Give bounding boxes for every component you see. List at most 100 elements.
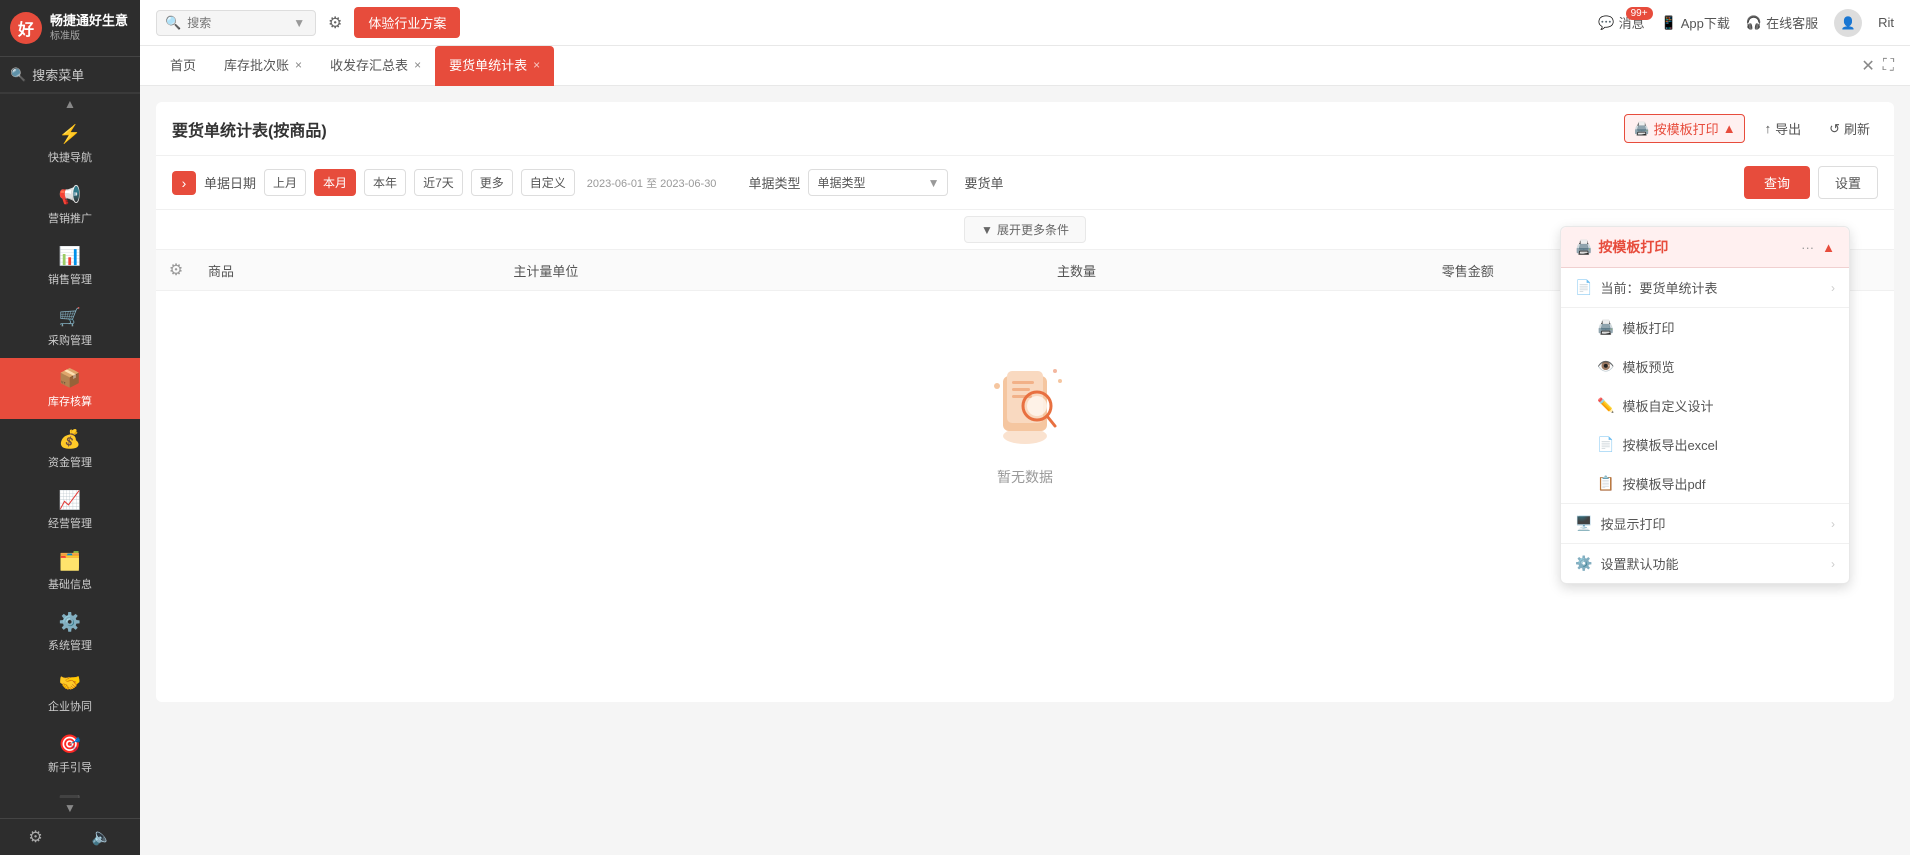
tab-home[interactable]: 首页 [156, 46, 210, 86]
search-dropdown-icon[interactable]: ▼ [293, 16, 305, 30]
filter-toggle-btn[interactable]: › [172, 171, 196, 195]
operations-icon: 📈 [59, 490, 81, 511]
online-service-label: 在线客服 [1766, 13, 1818, 32]
dropdown-export-excel[interactable]: 📄 按模板导出excel [1561, 425, 1849, 464]
logo-text: 畅捷通好生意 标准版 [50, 12, 128, 44]
dropdown-current-template[interactable]: 📄 当前：要货单统计表 › [1561, 268, 1849, 307]
system-icon: ⚙️ [59, 612, 81, 633]
guide-icon: 🎯 [59, 734, 81, 755]
marketing-icon: 📢 [59, 185, 81, 206]
export-icon: ↑ [1765, 121, 1772, 136]
sidebar-item-finance[interactable]: 💰 资金管理 [0, 419, 140, 480]
tabs-bar: 首页 库存批次账 × 收发存汇总表 × 要货单统计表 × ✕ ⛶ [140, 46, 1910, 86]
settings-footer-btn[interactable]: ⚙ [28, 827, 42, 847]
sidebar-item-label-sales: 销售管理 [48, 271, 92, 287]
sidebar-item-operations[interactable]: 📈 经营管理 [0, 480, 140, 541]
this-month-btn[interactable]: 本月 [314, 169, 356, 196]
goods-filter-label: 要货单 [964, 173, 1003, 192]
doc-type-select[interactable]: 单据类型 ▼ [808, 169, 948, 196]
tab-order-stats[interactable]: 要货单统计表 × [435, 46, 554, 86]
export-label: 导出 [1775, 119, 1801, 138]
date-filter-label: 单据日期 [204, 173, 256, 192]
sidebar-item-label-operations: 经营管理 [48, 515, 92, 531]
export-pdf-icon: 📋 [1597, 475, 1614, 492]
topbar-gear-icon[interactable]: ⚙ [328, 13, 342, 33]
dropdown-display-print[interactable]: 🖥️ 按显示打印 › [1561, 504, 1849, 543]
dropdown-template-preview[interactable]: 👁️ 模板预览 [1561, 347, 1849, 386]
export-btn[interactable]: ↑ 导出 [1757, 115, 1810, 142]
messages-btn[interactable]: 💬 消息 99+ [1598, 13, 1644, 32]
tab-receipts-summary[interactable]: 收发存汇总表 × [316, 46, 435, 86]
last-7-days-btn[interactable]: 近7天 [414, 169, 463, 196]
dropdown-more-icon[interactable]: ··· [1801, 240, 1814, 255]
dropdown-default-func[interactable]: ⚙️ 设置默认功能 › [1561, 544, 1849, 583]
sidebar-item-marketing[interactable]: 📢 营销推广 [0, 175, 140, 236]
app-download-label: App下载 [1681, 13, 1730, 32]
sidebar-scroll-up[interactable]: ▲ [0, 94, 140, 114]
audio-footer-btn[interactable]: 🔈 [92, 827, 112, 847]
refresh-label: 刷新 [1844, 119, 1870, 138]
basic-info-icon: 🗂️ [59, 551, 81, 572]
prev-month-btn[interactable]: 上月 [264, 169, 306, 196]
template-preview-icon: 👁️ [1597, 358, 1614, 375]
custom-date-btn[interactable]: 自定义 [521, 169, 575, 196]
dropdown-collapse-icon[interactable]: ▲ [1822, 240, 1835, 255]
dropdown-template-design[interactable]: ✏️ 模板自定义设计 [1561, 386, 1849, 425]
main-area: 🔍 ▼ ⚙ 体验行业方案 💬 消息 99+ 📱 App下载 🎧 在线客服 👤 [140, 0, 1910, 855]
tab-close-order-stats[interactable]: × [533, 58, 540, 72]
sidebar-item-label-basic-info: 基础信息 [48, 576, 92, 592]
query-btn[interactable]: 查询 [1744, 166, 1810, 199]
app-download-icon: 📱 [1661, 15, 1677, 31]
expand-more-btn[interactable]: ▼ 展开更多条件 [964, 216, 1086, 243]
print-template-btn[interactable]: 🖨️ 按模板打印 ▲ [1624, 114, 1744, 143]
display-print-icon: 🖥️ [1575, 515, 1592, 532]
dropdown-template-print[interactable]: 🖨️ 模板打印 [1561, 308, 1849, 347]
sidebar-item-sales[interactable]: 📊 销售管理 [0, 236, 140, 297]
tab-close-receipts-summary[interactable]: × [414, 58, 421, 72]
topbar: 🔍 ▼ ⚙ 体验行业方案 💬 消息 99+ 📱 App下载 🎧 在线客服 👤 [140, 0, 1910, 46]
topbar-search-icon: 🔍 [165, 15, 181, 31]
dropdown-export-pdf[interactable]: 📋 按模板导出pdf [1561, 464, 1849, 503]
print-dropdown-menu: 🖨️ 按模板打印 ··· ▲ 📄 当前：要货单统计表 › [1560, 226, 1850, 584]
search-input[interactable] [187, 16, 287, 30]
expand-window-btn[interactable]: ⛶ [1883, 57, 1894, 75]
sidebar-item-purchase[interactable]: 🛒 采购管理 [0, 297, 140, 358]
dropdown-template-section: 🖨️ 模板打印 👁️ 模板预览 ✏️ 模板自定义设计 📄 按模板导出excel … [1561, 308, 1849, 504]
username-display[interactable]: Rit [1878, 15, 1894, 30]
sidebar-item-collab[interactable]: 🤝 企业协同 [0, 663, 140, 724]
avatar-icon: 👤 [1841, 16, 1856, 30]
home-tab-label: 首页 [170, 55, 196, 74]
table-settings-icon[interactable]: ⚙ [169, 262, 183, 279]
sidebar-item-inventory[interactable]: 📦 库存核算 [0, 358, 140, 419]
collab-icon: 🤝 [59, 673, 81, 694]
user-avatar-btn[interactable]: 👤 [1834, 9, 1862, 37]
quick-nav-icon: ⚡ [59, 124, 81, 145]
export-pdf-label: 按模板导出pdf [1622, 474, 1705, 493]
tab-close-inventory-batch[interactable]: × [295, 58, 302, 72]
trial-btn[interactable]: 体验行业方案 [354, 7, 460, 38]
sidebar-footer: ⚙ 🔈 [0, 818, 140, 855]
avatar: 👤 [1834, 9, 1862, 37]
page-header-actions: 🖨️ 按模板打印 ▲ ↑ 导出 ↺ 刷新 [1624, 114, 1878, 143]
display-print-label: 按显示打印 [1600, 514, 1665, 533]
topbar-search-box[interactable]: 🔍 ▼ [156, 10, 316, 36]
sidebar-scroll-down[interactable]: ▼ [0, 798, 140, 818]
settings-btn[interactable]: 设置 [1818, 166, 1878, 199]
refresh-btn[interactable]: ↺ 刷新 [1821, 115, 1878, 142]
sidebar-item-basic-info[interactable]: 🗂️ 基础信息 [0, 541, 140, 602]
template-print-label: 模板打印 [1622, 318, 1674, 337]
content-area: 要货单统计表(按商品) 🖨️ 按模板打印 ▲ ↑ 导出 ↺ 刷新 [140, 86, 1910, 855]
close-window-btn[interactable]: ✕ [1861, 56, 1874, 76]
online-service-btn[interactable]: 🎧 在线客服 [1746, 13, 1818, 32]
sidebar-item-guide[interactable]: 🎯 新手引导 [0, 724, 140, 785]
more-date-btn[interactable]: 更多 [471, 169, 513, 196]
dropdown-header-actions: ··· ▲ [1801, 240, 1835, 255]
current-template-icon: 📄 [1575, 279, 1592, 296]
this-year-btn[interactable]: 本年 [364, 169, 406, 196]
sidebar-item-app-center[interactable]: 🔲 应用中心 [0, 785, 140, 798]
sidebar-item-system[interactable]: ⚙️ 系统管理 [0, 602, 140, 663]
sidebar-item-quick-nav[interactable]: ⚡ 快捷导航 [0, 114, 140, 175]
sidebar-search[interactable]: 🔍 搜索菜单 [0, 57, 140, 92]
app-download-btn[interactable]: 📱 App下载 [1661, 13, 1730, 32]
tab-inventory-batch[interactable]: 库存批次账 × [210, 46, 316, 86]
